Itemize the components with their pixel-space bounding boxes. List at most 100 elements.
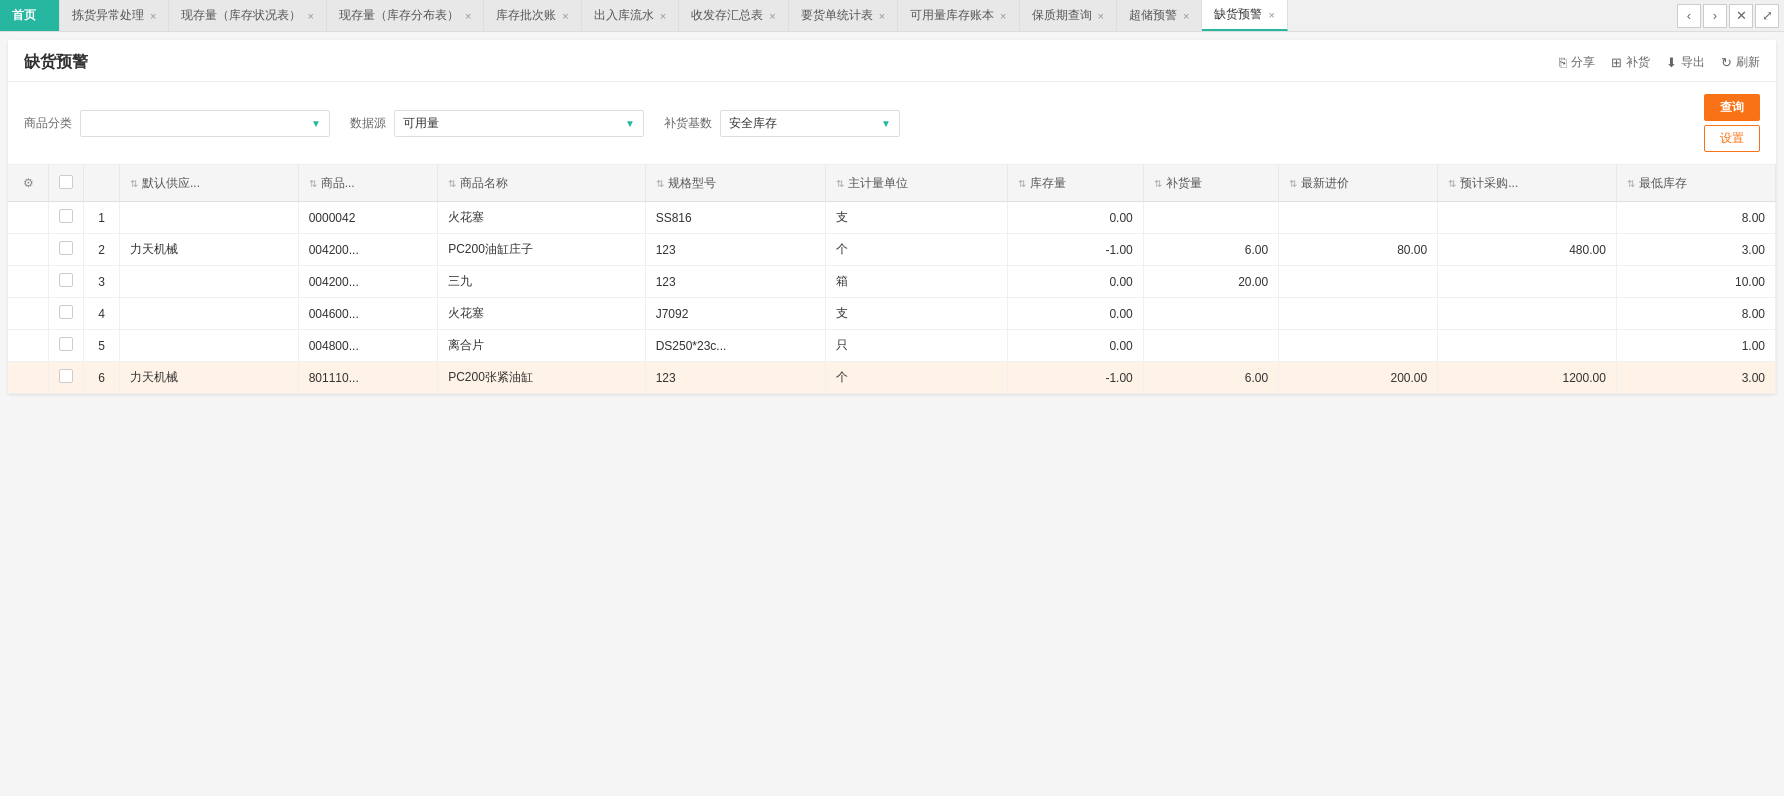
tab-close-recv-summary[interactable]: ×: [769, 10, 775, 22]
row-checkbox[interactable]: [59, 369, 73, 383]
tab-prev-button[interactable]: ‹: [1677, 4, 1701, 28]
tab-close-batch-account[interactable]: ×: [562, 10, 568, 22]
replenish-cell: [1143, 298, 1278, 330]
tab-nav-buttons: ‹ › ✕ ⤢: [1676, 4, 1784, 28]
datasource-value: 可用量: [403, 115, 439, 132]
replenish-basis-select[interactable]: 安全库存 ▼: [720, 110, 900, 137]
sort-code-icon[interactable]: ⇅: [309, 178, 317, 189]
tab-close-inventory-dist[interactable]: ×: [465, 10, 471, 22]
sort-price-icon[interactable]: ⇅: [1289, 178, 1297, 189]
tab-home[interactable]: 首页: [0, 0, 60, 31]
tab-close-available-ledger[interactable]: ×: [1000, 10, 1006, 22]
tab-inventory-dist[interactable]: 现存量（库存分布表） ×: [327, 0, 484, 31]
refresh-icon: ↻: [1721, 55, 1732, 70]
min-stock-cell: 10.00: [1616, 266, 1775, 298]
refresh-button[interactable]: ↻ 刷新: [1721, 54, 1760, 71]
tab-inout-flow[interactable]: 出入库流水×: [582, 0, 679, 31]
row-checkbox[interactable]: [59, 209, 73, 223]
table-row: 6力天机械801110...PC200张紧油缸123个-1.006.00200.…: [8, 362, 1776, 394]
tab-fullscreen-button[interactable]: ⤢: [1755, 4, 1779, 28]
tab-close-inventory-status[interactable]: ×: [307, 10, 313, 22]
share-button[interactable]: ⎘ 分享: [1559, 54, 1595, 71]
table-header-row: ⚙ ⇅默认供应... ⇅商品... ⇅商品名称: [8, 165, 1776, 202]
spec-cell: 123: [645, 362, 825, 394]
min-stock-cell: 8.00: [1616, 202, 1775, 234]
tab-overstock[interactable]: 超储预警×: [1117, 0, 1202, 31]
tab-close-order-stats[interactable]: ×: [879, 10, 885, 22]
tab-inventory-status[interactable]: 现存量（库存状况表）×: [169, 0, 326, 31]
stock-cell: -1.00: [1008, 234, 1143, 266]
est-cell: [1438, 266, 1617, 298]
page-title: 缺货预警: [24, 52, 88, 73]
query-button[interactable]: 查询: [1704, 94, 1760, 121]
replenish-cell: 6.00: [1143, 362, 1278, 394]
row-checkbox[interactable]: [59, 337, 73, 351]
th-replenish-label: 补货量: [1166, 175, 1202, 192]
sort-supplier-icon[interactable]: ⇅: [130, 178, 138, 189]
tab-batch-account[interactable]: 库存批次账×: [484, 0, 581, 31]
sort-stock-icon[interactable]: ⇅: [1018, 178, 1026, 189]
tab-shortage[interactable]: 缺货预警 ×: [1202, 0, 1287, 31]
est-cell: 1200.00: [1438, 362, 1617, 394]
supplier-cell: [120, 298, 299, 330]
select-all-checkbox[interactable]: [59, 175, 73, 189]
sort-name-icon[interactable]: ⇅: [448, 178, 456, 189]
tab-expiry-query[interactable]: 保质期查询 ×: [1020, 0, 1117, 31]
replenish-basis-filter-group: 补货基数 安全库存 ▼: [664, 110, 900, 137]
export-button[interactable]: ⬇ 导出: [1666, 54, 1705, 71]
th-min-stock: ⇅最低库存: [1616, 165, 1775, 202]
sort-replenish-icon[interactable]: ⇅: [1154, 178, 1162, 189]
th-unit-label: 主计量单位: [848, 175, 908, 192]
share-icon: ⎘: [1559, 55, 1567, 70]
tab-close-shortage[interactable]: ×: [1268, 9, 1274, 21]
code-cell: 0000042: [298, 202, 437, 234]
header-actions: ⎘ 分享 ⊞ 补货 ⬇ 导出 ↻ 刷新: [1559, 54, 1760, 71]
sort-min-icon[interactable]: ⇅: [1627, 178, 1635, 189]
th-row-num: [84, 165, 120, 202]
est-cell: [1438, 202, 1617, 234]
tab-close-overstock[interactable]: ×: [1183, 10, 1189, 22]
row-checkbox[interactable]: [59, 241, 73, 255]
th-default-supplier: ⇅默认供应...: [120, 165, 299, 202]
category-filter-group: 商品分类 ▼: [24, 110, 330, 137]
th-est-purchase: ⇅预计采购...: [1438, 165, 1617, 202]
replenish-icon: ⊞: [1611, 55, 1622, 70]
tab-label-inventory-dist: 现存量（库存分布表）: [339, 7, 459, 24]
datasource-select[interactable]: 可用量 ▼: [394, 110, 644, 137]
tab-close-inout-flow[interactable]: ×: [660, 10, 666, 22]
tab-order-stats[interactable]: 要货单统计表×: [789, 0, 898, 31]
sort-spec-icon[interactable]: ⇅: [656, 178, 664, 189]
row-gear-cell: [8, 202, 49, 234]
category-label: 商品分类: [24, 115, 72, 132]
row-checkbox[interactable]: [59, 305, 73, 319]
tab-label-exception: 拣货异常处理: [72, 7, 144, 24]
tab-available-ledger[interactable]: 可用量库存账本×: [898, 0, 1019, 31]
tab-close-all-button[interactable]: ✕: [1729, 4, 1753, 28]
sort-unit-icon[interactable]: ⇅: [836, 178, 844, 189]
settings-gear-icon[interactable]: ⚙: [18, 173, 38, 193]
replenish-cell: [1143, 330, 1278, 362]
name-cell: PC200张紧油缸: [438, 362, 646, 394]
tab-label-shortage: 缺货预警: [1214, 6, 1262, 23]
filter-actions: 查询 设置: [1704, 94, 1760, 152]
row-checkbox[interactable]: [59, 273, 73, 287]
tab-close-exception[interactable]: ×: [150, 10, 156, 22]
supplier-cell: [120, 202, 299, 234]
th-code-label: 商品...: [321, 175, 355, 192]
row-number: 4: [84, 298, 120, 330]
category-chevron-icon: ▼: [311, 118, 321, 129]
category-select[interactable]: ▼: [80, 110, 330, 137]
row-number: 5: [84, 330, 120, 362]
settings-button[interactable]: 设置: [1704, 125, 1760, 152]
tab-label-expiry-query: 保质期查询: [1032, 7, 1092, 24]
tab-exception[interactable]: 拣货异常处理 ×: [60, 0, 169, 31]
name-cell: 火花塞: [438, 202, 646, 234]
th-latest-price: ⇅最新进价: [1279, 165, 1438, 202]
tab-close-expiry-query[interactable]: ×: [1098, 10, 1104, 22]
replenish-button[interactable]: ⊞ 补货: [1611, 54, 1650, 71]
code-cell: 004600...: [298, 298, 437, 330]
spec-cell: 123: [645, 234, 825, 266]
tab-next-button[interactable]: ›: [1703, 4, 1727, 28]
tab-recv-summary[interactable]: 收发存汇总表×: [679, 0, 788, 31]
sort-est-icon[interactable]: ⇅: [1448, 178, 1456, 189]
